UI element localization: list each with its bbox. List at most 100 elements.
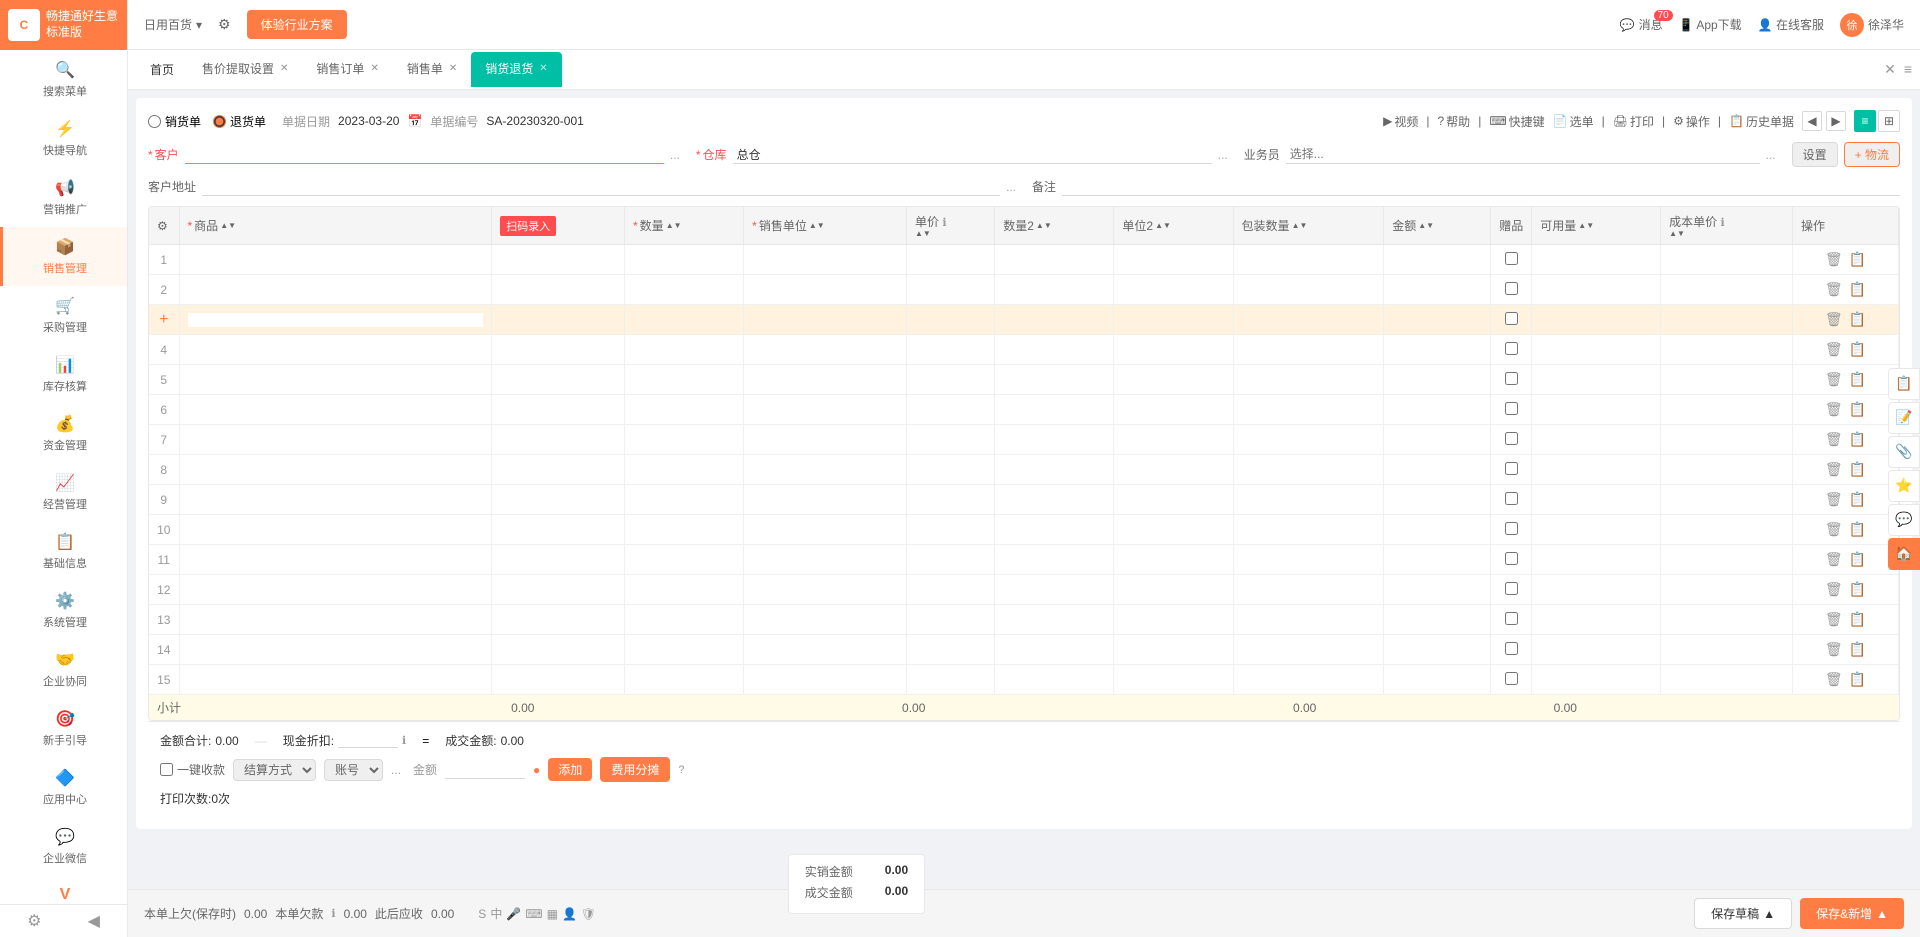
delete-icon-5[interactable]: 🗑 xyxy=(1825,371,1843,388)
address-dots[interactable]: ... xyxy=(1006,180,1016,194)
pkg-cell-2[interactable] xyxy=(1233,275,1384,305)
qty-cell-7[interactable] xyxy=(625,425,744,455)
price-cell-6[interactable] xyxy=(906,395,994,425)
tab-menu-icon[interactable]: ≡ xyxy=(1904,61,1912,78)
th-unit-sort[interactable]: *销售单位 ▲▼ xyxy=(752,217,825,234)
gift-checkbox-10[interactable] xyxy=(1505,522,1518,535)
avail-cell-5[interactable] xyxy=(1532,365,1661,395)
th-available-sort[interactable]: 可用量 ▲▼ xyxy=(1540,217,1594,234)
gift-checkbox-13[interactable] xyxy=(1505,612,1518,625)
qty-cell-13[interactable] xyxy=(625,605,744,635)
unit2-cell-8[interactable] xyxy=(1114,455,1233,485)
qty2-cell-2[interactable] xyxy=(995,275,1114,305)
unit-cell-6[interactable] xyxy=(744,395,907,425)
pkg-cell-3[interactable] xyxy=(1233,305,1384,335)
gift-cell-6[interactable] xyxy=(1491,395,1532,425)
unit2-cell-11[interactable] xyxy=(1114,545,1233,575)
tab-close-all-icon[interactable]: ✕ xyxy=(1884,61,1896,78)
qty-cell-4[interactable] xyxy=(625,335,744,365)
avail-cell-10[interactable] xyxy=(1532,515,1661,545)
gift-checkbox-6[interactable] xyxy=(1505,402,1518,415)
amount-cell-13[interactable] xyxy=(1384,605,1491,635)
sidebar-item-basic[interactable]: 📋 基础信息 xyxy=(0,522,127,581)
amount-cell-2[interactable] xyxy=(1384,275,1491,305)
amount-cell-11[interactable] xyxy=(1384,545,1491,575)
delete-icon-4[interactable]: 🗑 xyxy=(1825,341,1843,358)
unit-price-info-icon[interactable]: ℹ xyxy=(942,217,946,229)
copy-icon-15[interactable]: 📋 xyxy=(1849,671,1866,688)
qty2-cell-5[interactable] xyxy=(995,365,1114,395)
avail-cell-11[interactable] xyxy=(1532,545,1661,575)
qty2-cell-4[interactable] xyxy=(995,335,1114,365)
unit-cell-14[interactable] xyxy=(744,635,907,665)
copy-icon-12[interactable]: 📋 xyxy=(1849,581,1866,598)
amount-cell-5[interactable] xyxy=(1384,365,1491,395)
delete-icon-1[interactable]: 🗑 xyxy=(1825,251,1843,268)
amount-input[interactable] xyxy=(445,760,525,779)
unit2-cell-15[interactable] xyxy=(1114,665,1233,695)
add-payment-button[interactable]: 添加 xyxy=(548,758,592,781)
video-btn[interactable]: ▶ 视频 xyxy=(1383,113,1418,130)
unit-cell-4[interactable] xyxy=(744,335,907,365)
product-input-15[interactable] xyxy=(188,673,484,687)
customer-dots[interactable]: ... xyxy=(670,148,680,162)
gear-icon-topbar[interactable]: ⚙ xyxy=(218,16,231,33)
unit2-cell-2[interactable] xyxy=(1114,275,1233,305)
tab-sale-price[interactable]: 售价提取设置 ✕ xyxy=(188,52,302,87)
amount-cell-7[interactable] xyxy=(1384,425,1491,455)
float-btn-5[interactable]: 💬 xyxy=(1888,504,1920,536)
th-amount-sort[interactable]: 金额 ▲▼ xyxy=(1392,217,1434,234)
price-cell-2[interactable] xyxy=(906,275,994,305)
qty-cell-9[interactable] xyxy=(625,485,744,515)
sidebar-item-system[interactable]: ⚙️ 系统管理 xyxy=(0,581,127,640)
unit-cell-12[interactable] xyxy=(744,575,907,605)
qty2-cell-15[interactable] xyxy=(995,665,1114,695)
th-qty2-sort[interactable]: 数量2 ▲▼ xyxy=(1003,217,1052,234)
qty-cell-8[interactable] xyxy=(625,455,744,485)
tab-sale-price-close[interactable]: ✕ xyxy=(280,63,288,74)
avail-cell-8[interactable] xyxy=(1532,455,1661,485)
delete-icon-15[interactable]: 🗑 xyxy=(1825,671,1843,688)
radio-sale-input[interactable] xyxy=(148,115,161,128)
qty2-cell-7[interactable] xyxy=(995,425,1114,455)
add-row-icon[interactable]: + xyxy=(159,311,168,328)
copy-icon-4[interactable]: 📋 xyxy=(1849,341,1866,358)
product-cell-12[interactable] xyxy=(179,575,492,605)
copy-icon-9[interactable]: 📋 xyxy=(1849,491,1866,508)
amount-cell-14[interactable] xyxy=(1384,635,1491,665)
unit-cell-5[interactable] xyxy=(744,365,907,395)
qty2-cell-6[interactable] xyxy=(995,395,1114,425)
avail-cell-6[interactable] xyxy=(1532,395,1661,425)
unit-cell-7[interactable] xyxy=(744,425,907,455)
view-table-btn[interactable]: ≡ xyxy=(1854,110,1876,132)
account-select[interactable]: 账号 xyxy=(324,759,383,781)
unit-cell-9[interactable] xyxy=(744,485,907,515)
price-cell-8[interactable] xyxy=(906,455,994,485)
product-cell-9[interactable] xyxy=(179,485,492,515)
delete-icon-8[interactable]: 🗑 xyxy=(1825,461,1843,478)
product-cell-2[interactable] xyxy=(179,275,492,305)
th-product-sort[interactable]: *商品 ▲▼ xyxy=(188,217,237,234)
price-cell-7[interactable] xyxy=(906,425,994,455)
gift-checkbox-4[interactable] xyxy=(1505,342,1518,355)
unit2-cell-1[interactable] xyxy=(1114,245,1233,275)
copy-icon-10[interactable]: 📋 xyxy=(1849,521,1866,538)
price-cell-3[interactable] xyxy=(906,305,994,335)
app-download-link[interactable]: 📱 App下载 xyxy=(1679,16,1742,33)
unit-cell-13[interactable] xyxy=(744,605,907,635)
cash-discount-input[interactable] xyxy=(338,733,398,748)
qty-cell-5[interactable] xyxy=(625,365,744,395)
gift-checkbox-8[interactable] xyxy=(1505,462,1518,475)
pkg-cell-13[interactable] xyxy=(1233,605,1384,635)
unit-cell-3[interactable] xyxy=(744,305,907,335)
qty-cell-15[interactable] xyxy=(625,665,744,695)
pkg-cell-6[interactable] xyxy=(1233,395,1384,425)
product-cell-5[interactable] xyxy=(179,365,492,395)
avail-cell-3[interactable] xyxy=(1532,305,1661,335)
qty2-cell-9[interactable] xyxy=(995,485,1114,515)
avail-cell-7[interactable] xyxy=(1532,425,1661,455)
product-input-3[interactable] xyxy=(188,313,484,327)
product-cell-4[interactable] xyxy=(179,335,492,365)
gift-cell-10[interactable] xyxy=(1491,515,1532,545)
qty2-cell-8[interactable] xyxy=(995,455,1114,485)
